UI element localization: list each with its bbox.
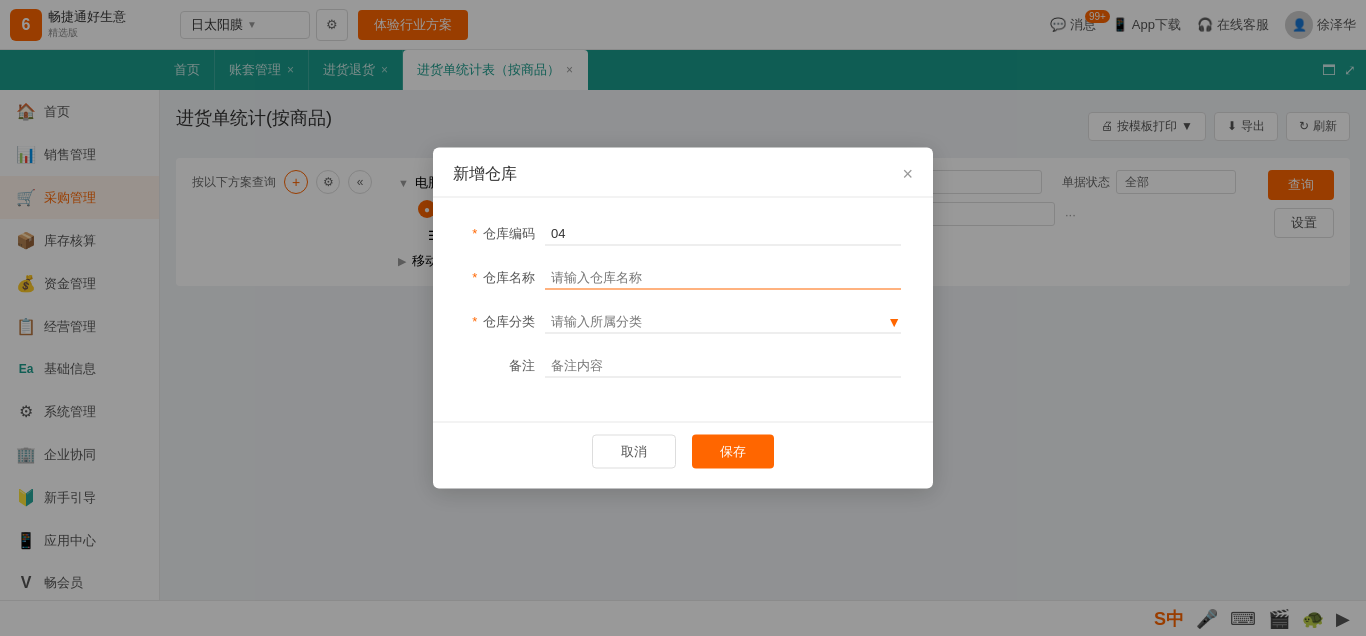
dialog-header: 新增仓库 × <box>433 148 933 198</box>
category-label: * 仓库分类 <box>465 313 545 331</box>
form-row-remark: 备注 <box>465 354 901 378</box>
required-star-code: * <box>472 226 477 241</box>
remark-label: 备注 <box>465 357 545 375</box>
new-warehouse-dialog: 新增仓库 × * 仓库编码 * 仓库名称 * 仓库分类 <box>433 148 933 489</box>
dialog-footer: 取消 保存 <box>433 422 933 489</box>
category-input[interactable] <box>545 310 887 333</box>
warehouse-code-input[interactable] <box>545 222 901 246</box>
form-row-category: * 仓库分类 ▼ <box>465 310 901 334</box>
form-row-code: * 仓库编码 <box>465 222 901 246</box>
dialog-title: 新增仓库 <box>453 164 517 185</box>
code-label: * 仓库编码 <box>465 225 545 243</box>
category-arrow-icon[interactable]: ▼ <box>887 313 901 329</box>
remark-input[interactable] <box>545 354 901 378</box>
required-star-category: * <box>472 314 477 329</box>
cancel-button[interactable]: 取消 <box>592 435 676 469</box>
dialog-body: * 仓库编码 * 仓库名称 * 仓库分类 ▼ 备注 <box>433 198 933 422</box>
name-label: * 仓库名称 <box>465 269 545 287</box>
required-star-name: * <box>472 270 477 285</box>
form-row-name: * 仓库名称 <box>465 266 901 290</box>
warehouse-name-input[interactable] <box>545 266 901 290</box>
save-button[interactable]: 保存 <box>692 435 774 469</box>
category-select-wrapper: ▼ <box>545 310 901 334</box>
dialog-close-icon[interactable]: × <box>902 164 913 185</box>
